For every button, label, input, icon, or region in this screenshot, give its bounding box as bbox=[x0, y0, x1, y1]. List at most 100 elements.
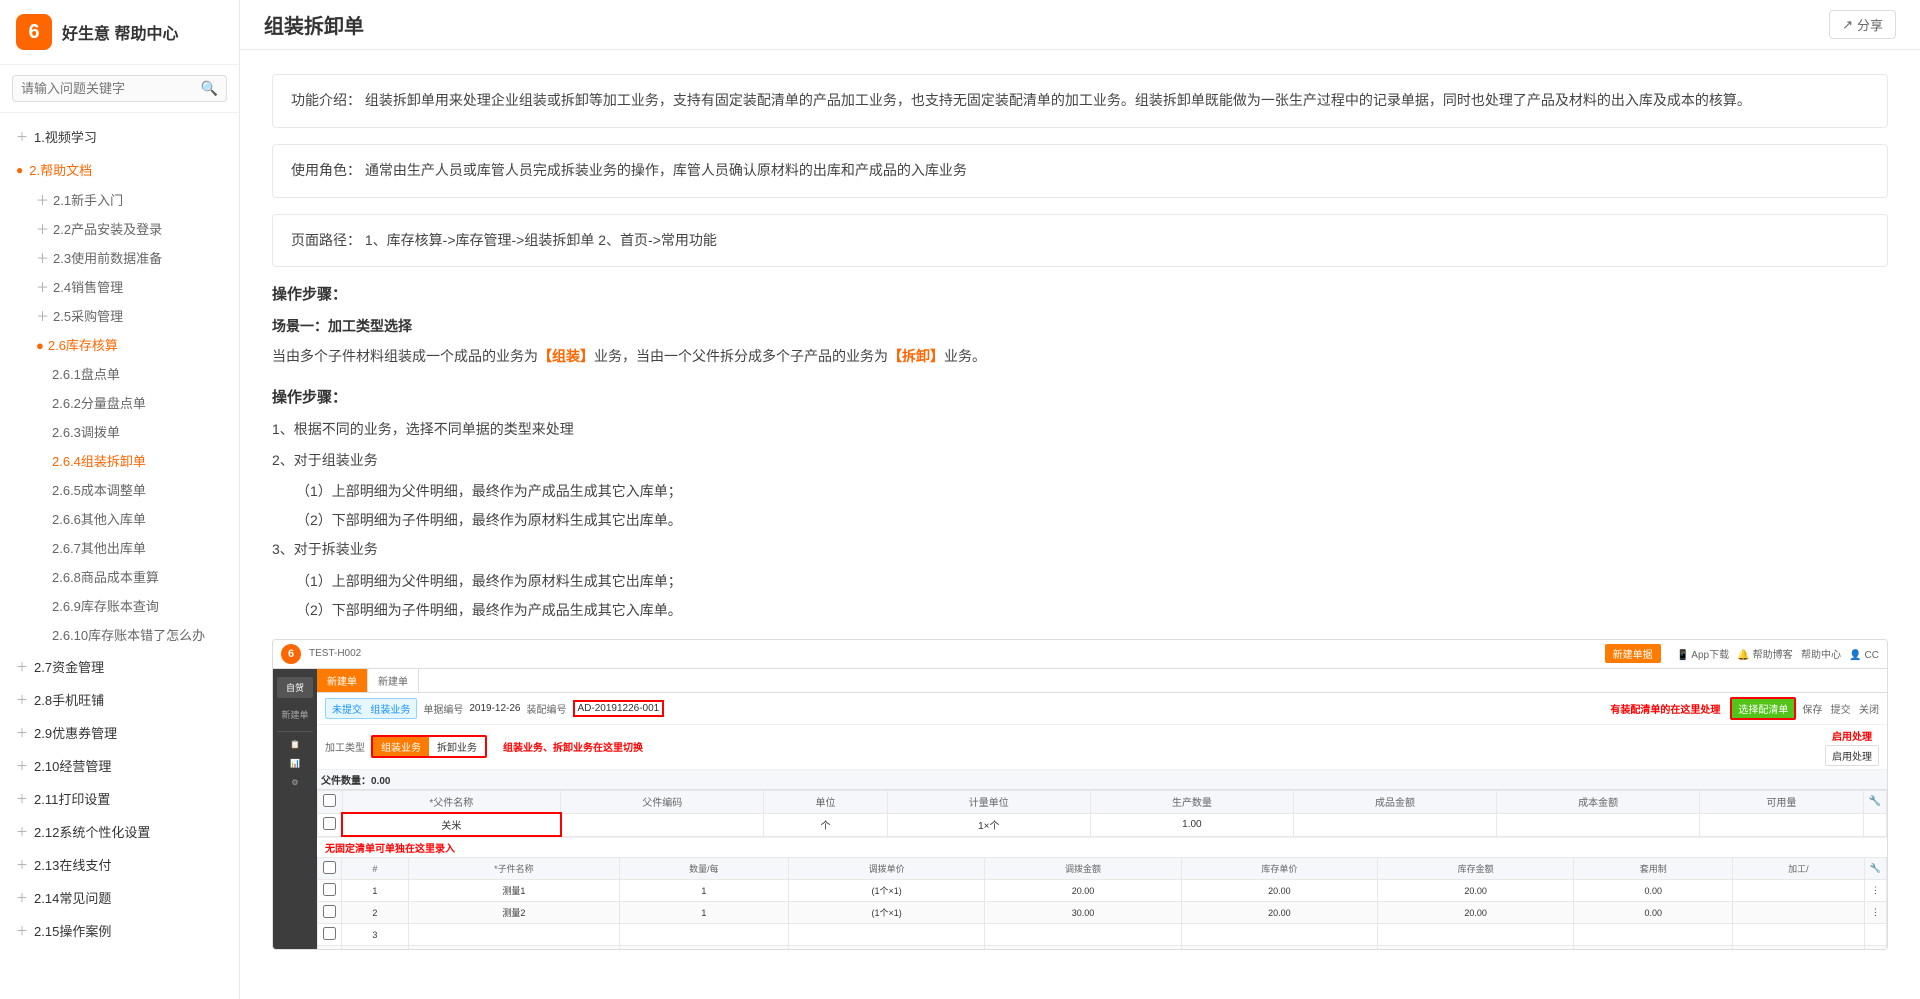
minus-icon: ● bbox=[16, 163, 23, 177]
mock-child-col-stock-price: 套用制 bbox=[1574, 858, 1733, 880]
mock-app-bar: 6 TEST-H002 新建单据 📱 App下载 🔔 帮助博客 帮助中心 👤 C… bbox=[273, 640, 1887, 669]
child-row-cb2[interactable] bbox=[323, 905, 336, 918]
mock-row-parent-unit: 个 bbox=[764, 813, 887, 836]
mock-select-bom-btn[interactable]: 选择配清单 bbox=[1730, 697, 1796, 720]
search-icon[interactable]: 🔍 bbox=[201, 80, 218, 97]
mock-col-select bbox=[318, 790, 343, 813]
nav-item-finance[interactable]: ＋ 2.7资金管理 bbox=[0, 651, 239, 682]
nav-label-install: 2.2产品安装及登录 bbox=[53, 222, 162, 237]
nav-sub-stocktake[interactable]: 2.6.1盘点单 bbox=[0, 359, 239, 388]
nav-item-operation[interactable]: ＋ 2.10经营管理 bbox=[0, 750, 239, 781]
mock-assembly-num: AD-20191226-001 bbox=[573, 700, 665, 717]
steps-title: 操作步骤： bbox=[272, 386, 1888, 407]
nav-item-personalize[interactable]: ＋ 2.12系统个性化设置 bbox=[0, 816, 239, 847]
nav-item-faq[interactable]: ＋ 2.14常见问题 bbox=[0, 882, 239, 913]
nav-label-cost-recalc: 2.6.8商品成本重算 bbox=[52, 570, 159, 585]
mock-child-col-name: *子件名称 bbox=[408, 858, 619, 880]
mock-type-assemble[interactable]: 组装业务 bbox=[373, 737, 429, 756]
nav-sub-transfer[interactable]: 2.6.3调拨单 bbox=[0, 417, 239, 446]
plus-icon-print: ＋ bbox=[16, 790, 28, 807]
mock-col-parent-measure: 计量单位 bbox=[887, 790, 1090, 813]
nav-label-data-prep: 2.3使用前数据准备 bbox=[53, 251, 162, 266]
nav-item-data-prep[interactable]: ＋2.3使用前数据准备 bbox=[0, 243, 239, 272]
nav-sub-partial-stocktake[interactable]: 2.6.2分量盘点单 bbox=[0, 388, 239, 417]
nav-item-install[interactable]: ＋2.2产品安装及登录 bbox=[0, 214, 239, 243]
annotation-toggle: 组装业务、拆卸业务在这里切换 bbox=[503, 739, 643, 754]
nav-group-videos: ＋ 1.视频学习 bbox=[0, 121, 239, 152]
mock-child-col-num: # bbox=[342, 858, 409, 880]
nav-label-assembly: 2.6.4组装拆卸单 bbox=[52, 454, 146, 469]
nav-label-finance: 2.7资金管理 bbox=[34, 657, 104, 676]
nav-children-docs: ＋2.1新手入门 ＋2.2产品安装及登录 ＋2.3使用前数据准备 ＋2.4销售管… bbox=[0, 185, 239, 649]
nav-group-faq: ＋ 2.14常见问题 bbox=[0, 882, 239, 913]
mock-left-nav: 自贺 新建单 📋 📊 ⚙ bbox=[273, 669, 317, 949]
mock-type-toggle[interactable]: 组装业务 拆卸业务 bbox=[371, 735, 487, 758]
nav-item-print[interactable]: ＋ 2.11打印设置 bbox=[0, 783, 239, 814]
mock-nav-item1: 自贺 bbox=[277, 677, 313, 698]
step2: 2、对于组装业务 bbox=[272, 448, 1888, 473]
mock-nav-item2: 新建单 bbox=[279, 704, 310, 725]
nav-item-sales[interactable]: ＋2.4销售管理 bbox=[0, 272, 239, 301]
nav-item-new-user[interactable]: ＋2.1新手入门 bbox=[0, 185, 239, 214]
nav-item-coupon[interactable]: ＋ 2.9优惠券管理 bbox=[0, 717, 239, 748]
nav-sub-ledger-error[interactable]: 2.6.10库存账本错了怎么办 bbox=[0, 620, 239, 649]
mock-parent-table: *父件名称 父件编码 单位 计量单位 生产数量 成品金额 成本金额 可用量 🔧 bbox=[317, 790, 1887, 838]
nav-label-mobile: 2.8手机旺铺 bbox=[34, 690, 104, 709]
plus-icon-operation: ＋ bbox=[16, 757, 28, 774]
nav-item-online-pay[interactable]: ＋ 2.13在线支付 bbox=[0, 849, 239, 880]
mock-col-parent-name: *父件名称 bbox=[342, 790, 561, 813]
mock-parent-header-row: *父件名称 父件编码 单位 计量单位 生产数量 成品金额 成本金额 可用量 🔧 bbox=[318, 790, 1887, 813]
mock-enable-btn[interactable]: 启用处理 bbox=[1825, 745, 1879, 766]
step2-sub1: （1）上部明细为父件明细，最终作为产成品生成其它入库单； bbox=[272, 479, 1888, 504]
nav-label-cases: 2.15操作案例 bbox=[34, 921, 111, 940]
mock-new-btn[interactable]: 新建单据 bbox=[1605, 644, 1661, 663]
divider1 bbox=[277, 731, 313, 732]
nav-label-ledger-query: 2.6.9库存账本查询 bbox=[52, 599, 159, 614]
search-input[interactable] bbox=[21, 81, 201, 96]
nav-item-inventory[interactable]: ●2.6库存核算 bbox=[0, 330, 239, 359]
mock-child-table: # *子件名称 数量/每 调拨单价 调拨金额 库存单价 库存金额 套用制 加工/ bbox=[317, 857, 1887, 949]
nav-item-mobile[interactable]: ＋ 2.8手机旺铺 bbox=[0, 684, 239, 715]
nav-group-mobile: ＋ 2.8手机旺铺 bbox=[0, 684, 239, 715]
nav-label-other-out: 2.6.7其他出库单 bbox=[52, 541, 146, 556]
scene1-desc-text: 当由多个子件材料组装成一个成品的业务为【组装】业务，当由一个父件拆分成多个子产品… bbox=[272, 348, 986, 364]
mock-tab-new[interactable]: 新建单 bbox=[317, 669, 368, 692]
child-select-all[interactable] bbox=[323, 861, 336, 874]
nav-sub-ledger-query[interactable]: 2.6.9库存账本查询 bbox=[0, 591, 239, 620]
mock-tab-list[interactable]: 新建单 bbox=[368, 669, 419, 692]
nav-item-videos[interactable]: ＋ 1.视频学习 bbox=[0, 121, 239, 152]
nav-item-cases[interactable]: ＋ 2.15操作案例 bbox=[0, 915, 239, 946]
path-text: 1、库存核算->库存管理->组装拆卸单 2、首页->常用功能 bbox=[365, 232, 717, 248]
mock-child-thead: # *子件名称 数量/每 调拨单价 调拨金额 库存单价 库存金额 套用制 加工/ bbox=[318, 858, 1887, 880]
intro-label: 功能介绍： bbox=[291, 92, 361, 108]
nav-label-stocktake: 2.6.1盘点单 bbox=[52, 367, 120, 382]
main-area: 组装拆卸单 ↗ 分享 功能介绍： 组装拆卸单用来处理企业组装或拆卸等加工业务，支… bbox=[240, 0, 1920, 999]
search-area: 🔍 bbox=[0, 65, 239, 113]
mock-col-parent-code: 父件编码 bbox=[561, 790, 764, 813]
scene1-title-text: 场景一：加工类型选择 bbox=[272, 318, 412, 334]
scene1-desc: 当由多个子件材料组装成一个成品的业务为【组装】业务，当由一个父件拆分成多个子产品… bbox=[272, 344, 1888, 369]
mock-assembly-num-label: 装配编号 bbox=[527, 701, 567, 716]
nav-sub-other-out[interactable]: 2.6.7其他出库单 bbox=[0, 533, 239, 562]
mock-content: 新建单 新建单 未提交 组装业务 单据编号 2019-12-26 装配编号 AD… bbox=[317, 669, 1887, 949]
row-checkbox[interactable] bbox=[323, 817, 336, 830]
table-row: 3 bbox=[318, 924, 1887, 946]
plus-icon-online-pay: ＋ bbox=[16, 856, 28, 873]
nav-item-docs[interactable]: ● 2.帮助文档 bbox=[0, 154, 239, 185]
mock-child-col-ops: 🔧 bbox=[1864, 858, 1886, 880]
plus-icon-coupon: ＋ bbox=[16, 724, 28, 741]
plus-icon-cases: ＋ bbox=[16, 922, 28, 939]
mock-header-btns: 保存 提交 关闭 bbox=[1802, 701, 1879, 716]
nav-item-purchase[interactable]: ＋2.5采购管理 bbox=[0, 301, 239, 330]
mock-parent-tbody: 关米 个 1×个 1.00 bbox=[318, 813, 1887, 836]
mock-processing-row: 加工类型 组装业务 拆卸业务 组装业务、拆卸业务在这里切换 启用处理 启用处理 bbox=[317, 725, 1887, 770]
nav-sub-cost-adjust[interactable]: 2.6.5成本调整单 bbox=[0, 475, 239, 504]
nav-sub-assembly[interactable]: 2.6.4组装拆卸单 bbox=[0, 446, 239, 475]
mock-type-disassemble[interactable]: 拆卸业务 bbox=[429, 737, 485, 756]
annotation-bom: 有装配清单的在这里处理 bbox=[1610, 701, 1720, 716]
share-button[interactable]: ↗ 分享 bbox=[1829, 10, 1896, 39]
nav-sub-other-in[interactable]: 2.6.6其他入库单 bbox=[0, 504, 239, 533]
child-row-cb1[interactable] bbox=[323, 883, 336, 896]
select-all-checkbox[interactable] bbox=[323, 794, 336, 807]
nav-sub-cost-recalc[interactable]: 2.6.8商品成本重算 bbox=[0, 562, 239, 591]
